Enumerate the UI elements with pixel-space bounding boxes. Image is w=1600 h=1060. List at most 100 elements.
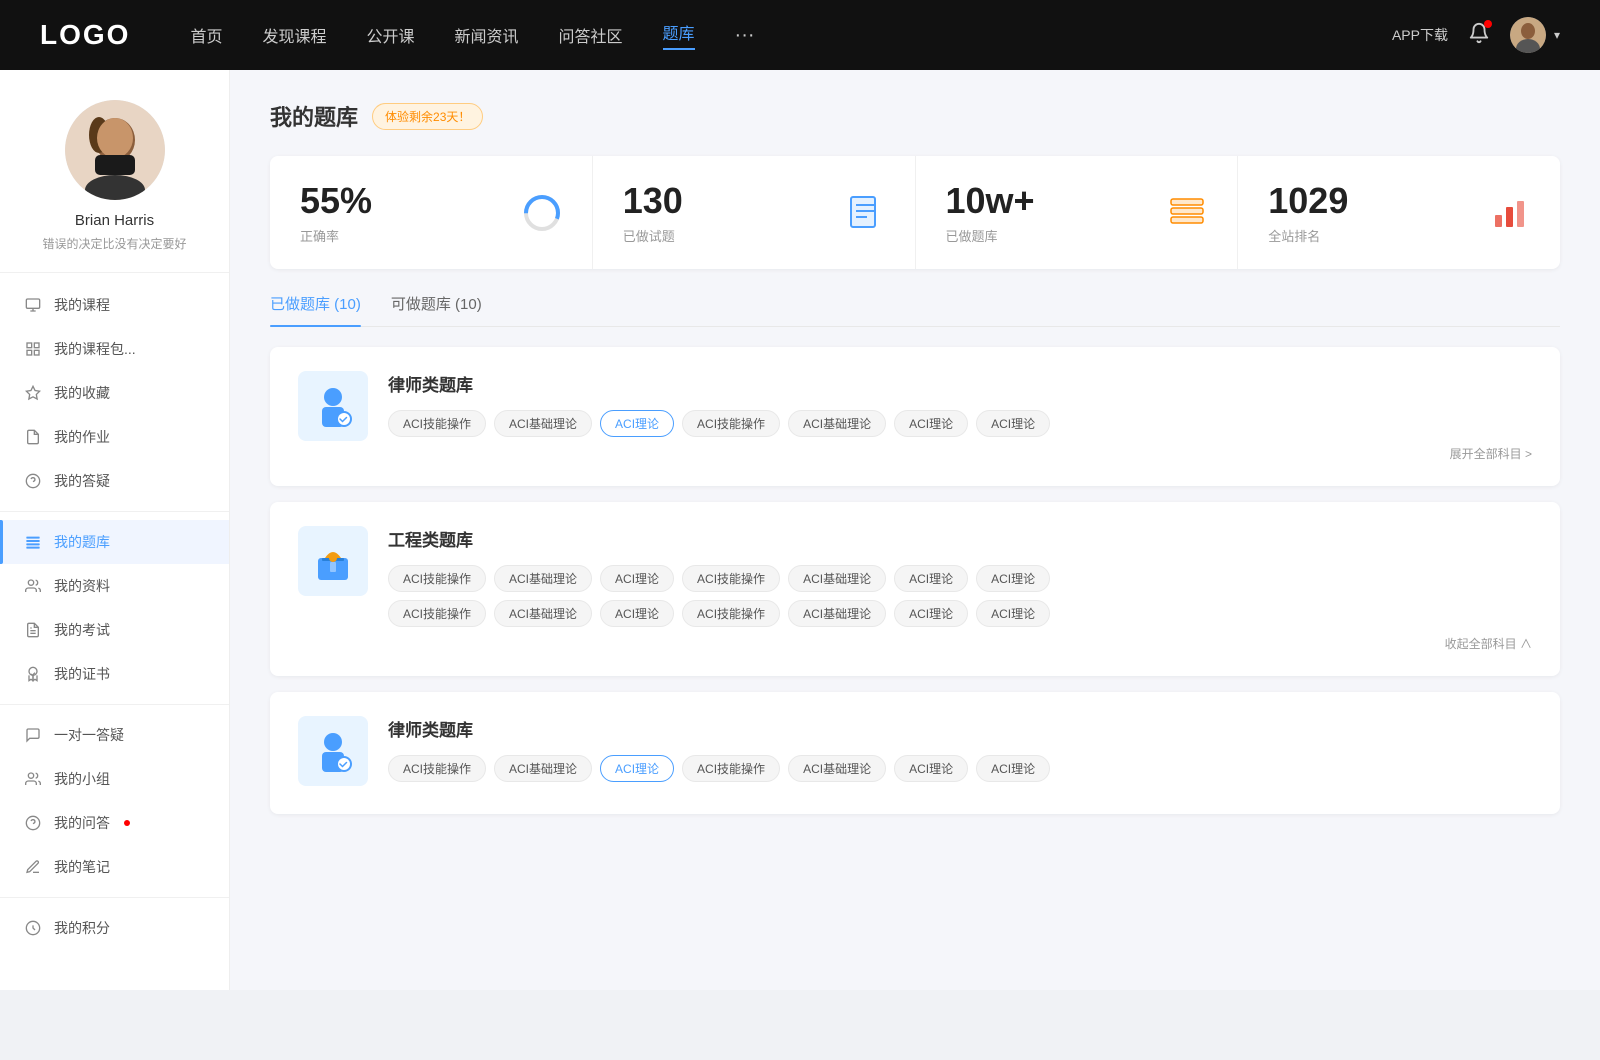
main-container: Brian Harris 错误的决定比没有决定要好 我的课程 我的课程包... bbox=[0, 70, 1600, 990]
cert-icon bbox=[24, 665, 42, 683]
tag-1-6[interactable]: ACI理论 bbox=[976, 410, 1050, 437]
collapse-link-2[interactable]: 收起全部科目 ∧ bbox=[388, 635, 1532, 652]
page-title-row: 我的题库 体验剩余23天！ bbox=[270, 100, 1560, 132]
sidebar-item-course[interactable]: 我的课程 bbox=[0, 283, 229, 327]
tab-done-banks[interactable]: 已做题库 (10) bbox=[270, 293, 361, 326]
tag-3-4[interactable]: ACI基础理论 bbox=[788, 755, 886, 782]
sidebar-item-group[interactable]: 我的小组 bbox=[0, 757, 229, 801]
point-icon bbox=[24, 919, 42, 937]
bank-card-header-2: 工程类题库 ACI技能操作 ACI基础理论 ACI理论 ACI技能操作 ACI基… bbox=[298, 526, 1532, 652]
tag-3-3[interactable]: ACI技能操作 bbox=[682, 755, 780, 782]
nav-open-course[interactable]: 公开课 bbox=[366, 23, 414, 47]
sidebar-menu: 我的课程 我的课程包... 我的收藏 我的作业 bbox=[0, 273, 229, 960]
nav-more[interactable]: ··· bbox=[735, 24, 755, 47]
stats-row: 55% 正确率 130 已做试题 bbox=[270, 156, 1560, 269]
tag-2-4[interactable]: ACI基础理论 bbox=[788, 565, 886, 592]
tag-2-8[interactable]: ACI基础理论 bbox=[494, 600, 592, 627]
tag-3-1[interactable]: ACI基础理论 bbox=[494, 755, 592, 782]
tags-row-1: ACI技能操作 ACI基础理论 ACI理论 ACI技能操作 ACI基础理论 AC… bbox=[388, 410, 1532, 437]
sidebar-item-homework[interactable]: 我的作业 bbox=[0, 415, 229, 459]
sidebar-label-exam: 我的考试 bbox=[54, 620, 110, 640]
lawyer-icon-3 bbox=[298, 716, 368, 786]
sidebar-item-exam[interactable]: 我的考试 bbox=[0, 608, 229, 652]
tag-3-0[interactable]: ACI技能操作 bbox=[388, 755, 486, 782]
tags-row-3: ACI技能操作 ACI基础理论 ACI理论 ACI技能操作 ACI基础理论 AC… bbox=[388, 755, 1532, 782]
doc-icon bbox=[845, 193, 885, 233]
tag-1-2[interactable]: ACI理论 bbox=[600, 410, 674, 437]
main-header: LOGO 首页 发现课程 公开课 新闻资讯 问答社区 题库 ··· APP下载 bbox=[0, 0, 1600, 70]
tag-2-1[interactable]: ACI基础理论 bbox=[494, 565, 592, 592]
tag-3-6[interactable]: ACI理论 bbox=[976, 755, 1050, 782]
tag-2-12[interactable]: ACI理论 bbox=[894, 600, 968, 627]
group-icon bbox=[24, 770, 42, 788]
bank-card-header-3: 律师类题库 ACI技能操作 ACI基础理论 ACI理论 ACI技能操作 ACI基… bbox=[298, 716, 1532, 790]
sidebar-item-bank[interactable]: 我的题库 bbox=[0, 520, 229, 564]
notification-dot bbox=[1484, 20, 1492, 28]
tag-2-6[interactable]: ACI理论 bbox=[976, 565, 1050, 592]
sidebar-item-favorites[interactable]: 我的收藏 bbox=[0, 371, 229, 415]
sidebar-item-cert[interactable]: 我的证书 bbox=[0, 652, 229, 696]
main-content: 我的题库 体验剩余23天！ 55% 正确率 bbox=[230, 70, 1600, 990]
lawyer-icon-1 bbox=[298, 371, 368, 441]
tag-1-5[interactable]: ACI理论 bbox=[894, 410, 968, 437]
pie-icon bbox=[522, 193, 562, 233]
bank-title-1: 律师类题库 bbox=[388, 371, 1532, 396]
stat-card-rank: 1029 全站排名 bbox=[1238, 156, 1560, 269]
sidebar-label-package: 我的课程包... bbox=[54, 339, 136, 359]
data-icon bbox=[24, 577, 42, 595]
tag-2-9[interactable]: ACI理论 bbox=[600, 600, 674, 627]
stat-label-done-banks: 已做题库 bbox=[946, 226, 1152, 245]
sidebar-item-myqa[interactable]: 我的问答 bbox=[0, 801, 229, 845]
sidebar-item-oneon[interactable]: 一对一答疑 bbox=[0, 713, 229, 757]
nav-news[interactable]: 新闻资讯 bbox=[455, 23, 519, 47]
nav-discover[interactable]: 发现课程 bbox=[262, 23, 326, 47]
sidebar-item-package[interactable]: 我的课程包... bbox=[0, 327, 229, 371]
sidebar-item-qa[interactable]: 我的答疑 bbox=[0, 459, 229, 503]
tag-2-5[interactable]: ACI理论 bbox=[894, 565, 968, 592]
tag-1-0[interactable]: ACI技能操作 bbox=[388, 410, 486, 437]
notification-bell[interactable] bbox=[1468, 22, 1490, 49]
sidebar-item-note[interactable]: 我的笔记 bbox=[0, 845, 229, 889]
tag-2-3[interactable]: ACI技能操作 bbox=[682, 565, 780, 592]
note-icon bbox=[24, 858, 42, 876]
myqa-badge-dot bbox=[124, 820, 130, 826]
tag-2-0[interactable]: ACI技能操作 bbox=[388, 565, 486, 592]
sidebar: Brian Harris 错误的决定比没有决定要好 我的课程 我的课程包... bbox=[0, 70, 230, 990]
tag-1-1[interactable]: ACI基础理论 bbox=[494, 410, 592, 437]
bank-title-2: 工程类题库 bbox=[388, 526, 1532, 551]
tags-row-2a: ACI技能操作 ACI基础理论 ACI理论 ACI技能操作 ACI基础理论 AC… bbox=[388, 565, 1532, 592]
profile-avatar bbox=[65, 100, 165, 200]
sidebar-label-group: 我的小组 bbox=[54, 769, 110, 789]
tag-2-13[interactable]: ACI理论 bbox=[976, 600, 1050, 627]
tag-2-11[interactable]: ACI基础理论 bbox=[788, 600, 886, 627]
stat-value-rank: 1029 bbox=[1268, 180, 1474, 222]
tag-1-4[interactable]: ACI基础理论 bbox=[788, 410, 886, 437]
sidebar-label-bank: 我的题库 bbox=[54, 532, 110, 552]
sidebar-item-data[interactable]: 我的资料 bbox=[0, 564, 229, 608]
tag-3-2[interactable]: ACI理论 bbox=[600, 755, 674, 782]
stat-label-accuracy: 正确率 bbox=[300, 226, 506, 245]
question-icon bbox=[24, 472, 42, 490]
stat-card-done-banks: 10w+ 已做题库 bbox=[916, 156, 1239, 269]
tab-available-banks[interactable]: 可做题库 (10) bbox=[391, 293, 482, 326]
expand-link-1[interactable]: 展开全部科目 > bbox=[388, 445, 1532, 462]
tag-1-3[interactable]: ACI技能操作 bbox=[682, 410, 780, 437]
nav-qa[interactable]: 问答社区 bbox=[559, 23, 623, 47]
tag-2-10[interactable]: ACI技能操作 bbox=[682, 600, 780, 627]
bank-icon bbox=[24, 533, 42, 551]
nav-question-bank[interactable]: 题库 bbox=[663, 20, 695, 50]
list-icon bbox=[1167, 193, 1207, 233]
user-avatar-menu[interactable]: ▾ bbox=[1510, 17, 1560, 53]
sidebar-item-points[interactable]: 我的积分 bbox=[0, 906, 229, 950]
tag-2-7[interactable]: ACI技能操作 bbox=[388, 600, 486, 627]
avatar bbox=[1510, 17, 1546, 53]
sidebar-label-myqa: 我的问答 bbox=[54, 813, 110, 833]
header-right: APP下载 ▾ bbox=[1392, 17, 1560, 53]
nav-home[interactable]: 首页 bbox=[190, 23, 222, 47]
sidebar-label-cert: 我的证书 bbox=[54, 664, 110, 684]
bank-content-1: 律师类题库 ACI技能操作 ACI基础理论 ACI理论 ACI技能操作 ACI基… bbox=[388, 371, 1532, 462]
app-download-link[interactable]: APP下载 bbox=[1392, 25, 1448, 45]
tag-2-2[interactable]: ACI理论 bbox=[600, 565, 674, 592]
tag-3-5[interactable]: ACI理论 bbox=[894, 755, 968, 782]
stat-info-done-banks: 10w+ 已做题库 bbox=[946, 180, 1152, 245]
